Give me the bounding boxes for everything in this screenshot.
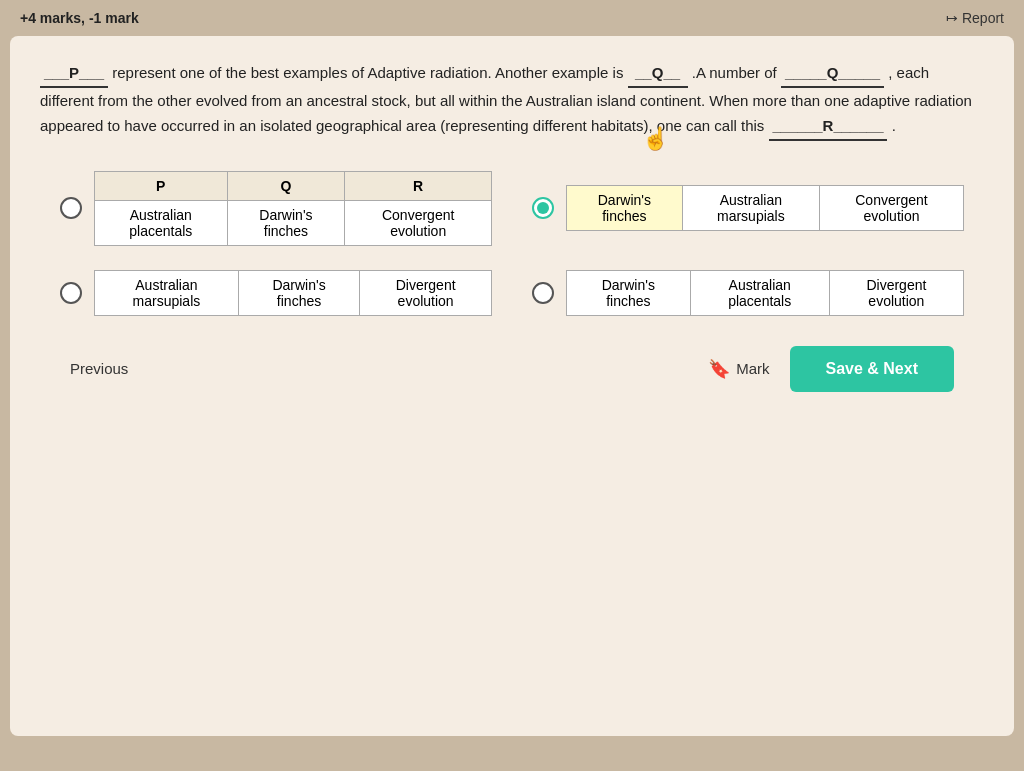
cell: Darwin'sfinches [238,270,359,315]
save-next-button[interactable]: Save & Next [790,346,955,392]
blank-q1: __Q__ [628,60,688,88]
option-1-table: P Q R Australianplacentals Darwin'sfinch… [94,171,492,246]
option-1[interactable]: P Q R Australianplacentals Darwin'sfinch… [60,171,492,246]
col-r-header: R [345,171,492,200]
marks-label: +4 marks, -1 mark [20,10,139,26]
table-row: Australianmarsupials Darwin'sfinches Div… [95,270,492,315]
bookmark-icon: 🔖 [708,358,730,380]
radio-option-3[interactable] [60,282,82,304]
cell: Darwin'sfinches [567,270,691,315]
previous-button[interactable]: Previous [70,360,128,377]
bottom-bar: Previous 🔖 Mark Save & Next [40,326,984,412]
cell: Australianmarsupials [682,186,819,231]
radio-option-4[interactable] [532,282,554,304]
option-3-table: Australianmarsupials Darwin'sfinches Div… [94,270,492,316]
cell: Divergentevolution [360,270,492,315]
table-row: Darwin'sfinches Australianplacentals Div… [567,270,964,315]
mark-button[interactable]: 🔖 Mark [708,358,769,380]
right-actions: 🔖 Mark Save & Next [708,346,954,392]
blank-r: ______R______ [769,113,888,141]
cell: Convergentevolution [345,200,492,245]
col-q-header: Q [227,171,345,200]
option-4-table: Darwin'sfinches Australianplacentals Div… [566,270,964,316]
cell: Divergentevolution [829,270,963,315]
blank-q2: _____Q_____ [781,60,884,88]
report-button[interactable]: ↦ Report [946,10,1004,26]
option-3[interactable]: Australianmarsupials Darwin'sfinches Div… [60,270,492,316]
option-4[interactable]: Darwin'sfinches Australianplacentals Div… [532,270,964,316]
cell: Australianmarsupials [95,270,239,315]
col-p-header: P [95,171,228,200]
cell: Australianplacentals [95,200,228,245]
blank-p: ___P___ [40,60,108,88]
cell: Darwin'sfinches [227,200,345,245]
question-text: ___P___ represent one of the best exampl… [40,60,984,141]
cell: Convergentevolution [819,186,963,231]
options-grid: P Q R Australianplacentals Darwin'sfinch… [40,171,984,316]
option-2[interactable]: Darwin'sfinches Australianmarsupials Con… [532,171,964,246]
radio-option-2[interactable] [532,197,554,219]
option-2-table: Darwin'sfinches Australianmarsupials Con… [566,185,964,231]
table-row: Australianplacentals Darwin'sfinches Con… [95,200,492,245]
top-bar: +4 marks, -1 mark ↦ Report [0,0,1024,36]
main-content: ___P___ represent one of the best exampl… [10,36,1014,736]
cell: Australianplacentals [690,270,829,315]
cell-highlighted: Darwin'sfinches [567,186,683,231]
table-row: Darwin'sfinches Australianmarsupials Con… [567,186,964,231]
radio-option-1[interactable] [60,197,82,219]
report-icon: ↦ [946,10,958,26]
